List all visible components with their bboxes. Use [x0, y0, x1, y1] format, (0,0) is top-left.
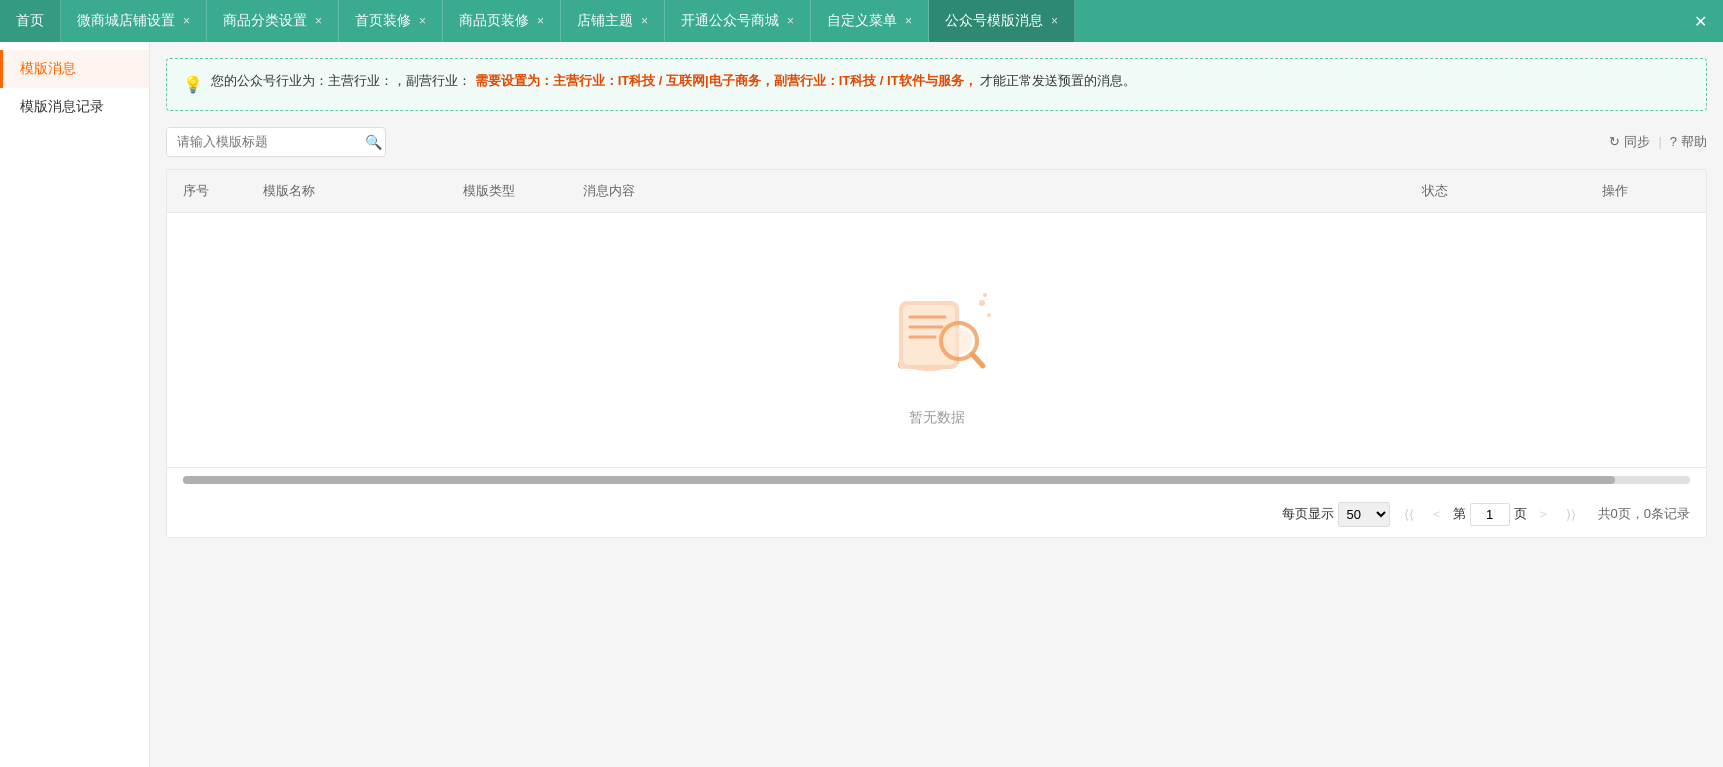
close-all-button[interactable]: ✕	[1678, 12, 1723, 31]
col-header-type: 模版类型	[447, 170, 567, 212]
sidebar: 模版消息 模版消息记录	[0, 42, 150, 767]
nav-item-weshop[interactable]: 微商城店铺设置 ×	[61, 0, 207, 42]
page-navigation: ⟨⟨ ＜ 第 页 ＞ ⟩⟩	[1398, 503, 1582, 526]
table-header: 序号 模版名称 模版类型 消息内容 状态 操作	[167, 170, 1706, 213]
sidebar-item-template-msg[interactable]: 模版消息	[0, 50, 149, 88]
nav-label-weshop: 微商城店铺设置	[77, 12, 175, 30]
page-size-select: 每页显示 10 20 50 100	[1282, 502, 1390, 527]
svg-point-10	[987, 313, 991, 317]
notice-icon: 💡	[183, 72, 203, 98]
nav-item-product-page[interactable]: 商品页装修 ×	[443, 0, 561, 42]
help-button[interactable]: ? 帮助	[1670, 133, 1707, 151]
page-word-di: 第	[1453, 505, 1466, 523]
nav-label-homepage: 首页装修	[355, 12, 411, 30]
page-size-dropdown[interactable]: 10 20 50 100	[1338, 502, 1390, 527]
page-next-button[interactable]: ＞	[1531, 503, 1556, 525]
page-size-label: 每页显示	[1282, 505, 1334, 523]
nav-label-category: 商品分类设置	[223, 12, 307, 30]
sync-icon: ↻	[1609, 134, 1620, 149]
search-input[interactable]	[167, 128, 355, 155]
svg-point-11	[983, 293, 987, 297]
close-template-msg[interactable]: ×	[1051, 14, 1058, 28]
content-area: 💡 您的公众号行业为：主营行业：，副营行业： 需要设置为：主营行业：IT科技 /…	[150, 42, 1723, 767]
empty-state: 暂无数据	[167, 213, 1706, 467]
sync-button[interactable]: ↻ 同步	[1609, 133, 1650, 151]
nav-item-template-msg[interactable]: 公众号模版消息 ×	[929, 0, 1075, 42]
scroll-bar-area	[167, 467, 1706, 492]
help-icon: ?	[1670, 134, 1677, 149]
scroll-track[interactable]	[183, 476, 1690, 484]
nav-item-store-theme[interactable]: 店铺主题 ×	[561, 0, 665, 42]
close-open-mall[interactable]: ×	[787, 14, 794, 28]
close-product-page[interactable]: ×	[537, 14, 544, 28]
nav-item-category[interactable]: 商品分类设置 ×	[207, 0, 339, 42]
col-header-seq: 序号	[167, 170, 247, 212]
pagination: 每页显示 10 20 50 100 ⟨⟨ ＜ 第 页 ＞ ⟩⟩	[167, 492, 1706, 537]
nav-label-home: 首页	[16, 12, 44, 30]
nav-label-open-mall: 开通公众号商城	[681, 12, 779, 30]
nav-item-homepage[interactable]: 首页装修 ×	[339, 0, 443, 42]
svg-line-8	[972, 354, 983, 366]
top-navigation: 首页 微商城店铺设置 × 商品分类设置 × 首页装修 × 商品页装修 × 店铺主…	[0, 0, 1723, 42]
page-first-button[interactable]: ⟨⟨	[1398, 505, 1420, 524]
close-category[interactable]: ×	[315, 14, 322, 28]
nav-item-open-mall[interactable]: 开通公众号商城 ×	[665, 0, 811, 42]
close-homepage[interactable]: ×	[419, 14, 426, 28]
toolbar-right: ↻ 同步 | ? 帮助	[1609, 133, 1707, 151]
data-table: 序号 模版名称 模版类型 消息内容 状态 操作	[166, 169, 1707, 538]
col-header-action: 操作	[1586, 170, 1706, 212]
svg-point-9	[979, 300, 985, 306]
empty-text: 暂无数据	[909, 409, 965, 427]
page-last-button[interactable]: ⟩⟩	[1560, 505, 1582, 524]
col-header-name: 模版名称	[247, 170, 447, 212]
notice-box: 💡 您的公众号行业为：主营行业：，副营行业： 需要设置为：主营行业：IT科技 /…	[166, 58, 1707, 111]
nav-label-template-msg: 公众号模版消息	[945, 12, 1043, 30]
close-store-theme[interactable]: ×	[641, 14, 648, 28]
nav-item-custom-menu[interactable]: 自定义菜单 ×	[811, 0, 929, 42]
scroll-thumb	[183, 476, 1615, 484]
search-button[interactable]: 🔍	[355, 128, 386, 156]
nav-label-custom-menu: 自定义菜单	[827, 12, 897, 30]
col-header-content: 消息内容	[567, 170, 1406, 212]
page-word: 页	[1514, 505, 1527, 523]
sidebar-item-template-records[interactable]: 模版消息记录	[0, 88, 149, 126]
toolbar-divider: |	[1658, 134, 1661, 149]
nav-label-store-theme: 店铺主题	[577, 12, 633, 30]
main-layout: 模版消息 模版消息记录 💡 您的公众号行业为：主营行业：，副营行业： 需要设置为…	[0, 42, 1723, 767]
total-info: 共0页，0条记录	[1598, 505, 1690, 523]
svg-point-7	[946, 328, 972, 354]
search-box: 🔍	[166, 127, 386, 157]
close-weshop[interactable]: ×	[183, 14, 190, 28]
notice-text: 您的公众号行业为：主营行业：，副营行业： 需要设置为：主营行业：IT科技 / 互…	[211, 71, 1136, 92]
close-custom-menu[interactable]: ×	[905, 14, 912, 28]
page-number-input[interactable]	[1470, 503, 1510, 526]
nav-item-home[interactable]: 首页	[0, 0, 61, 42]
col-header-status: 状态	[1406, 170, 1586, 212]
nav-label-product-page: 商品页装修	[459, 12, 529, 30]
empty-icon	[877, 273, 997, 393]
toolbar: 🔍 ↻ 同步 | ? 帮助	[166, 127, 1707, 157]
page-prev-button[interactable]: ＜	[1424, 503, 1449, 525]
